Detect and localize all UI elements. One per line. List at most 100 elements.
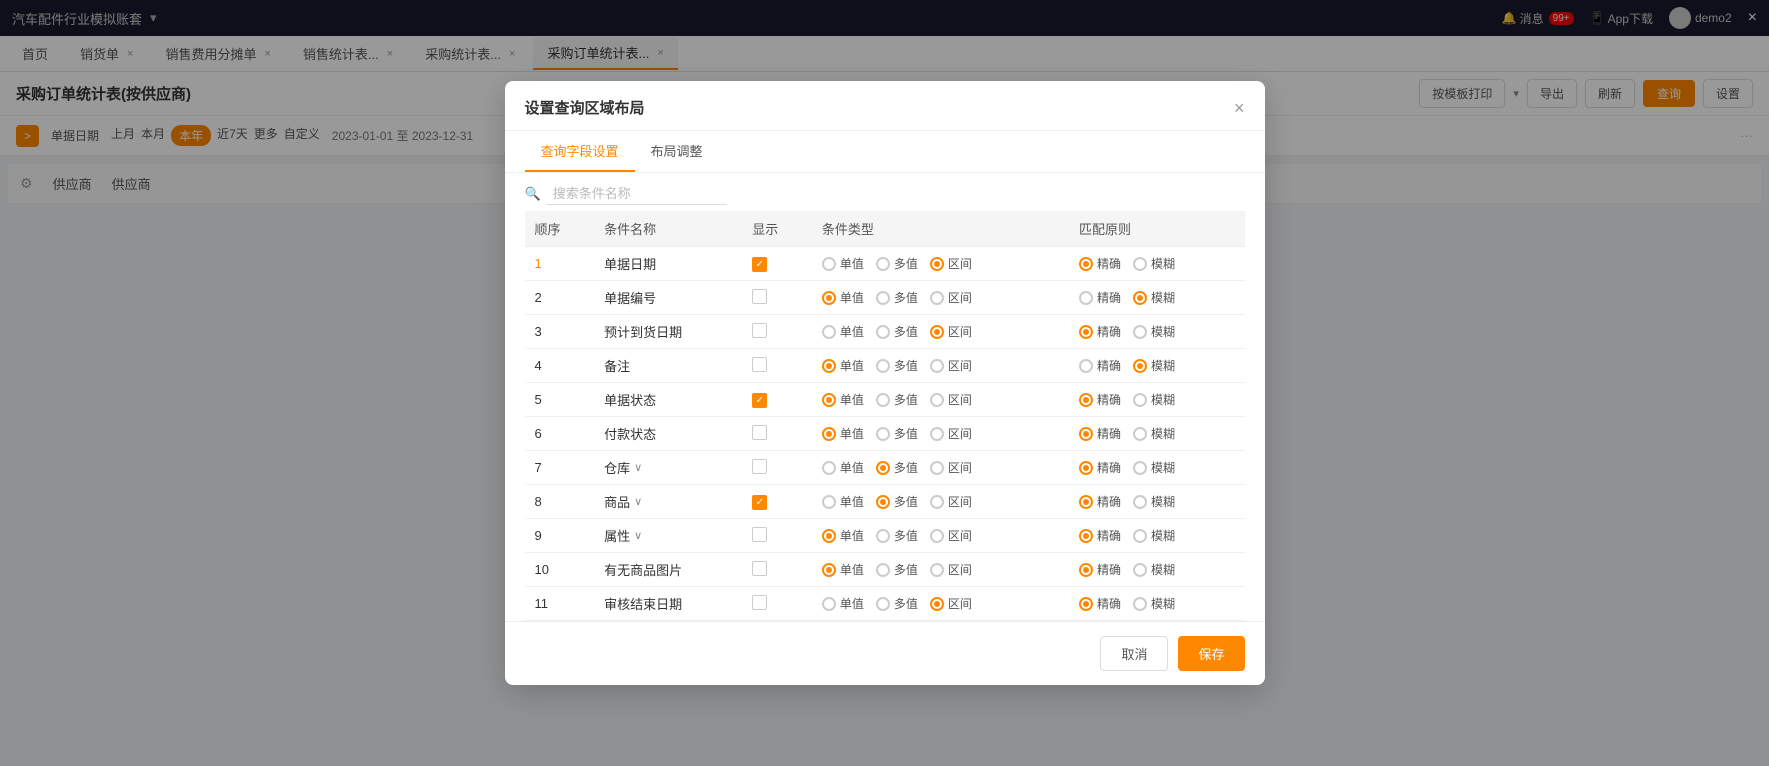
radio-item[interactable]: 多值 xyxy=(876,391,918,408)
search-input[interactable] xyxy=(547,183,727,205)
radio-item[interactable]: 区间 xyxy=(930,357,972,374)
radio-item[interactable]: 单值 xyxy=(822,391,864,408)
radio-item[interactable]: 单值 xyxy=(822,323,864,340)
radio-item[interactable]: 精确 xyxy=(1079,493,1121,510)
display-cell[interactable] xyxy=(742,247,812,281)
radio-item[interactable]: 单值 xyxy=(822,459,864,476)
radio-circle[interactable] xyxy=(1133,393,1147,407)
radio-circle[interactable] xyxy=(930,393,944,407)
radio-circle[interactable] xyxy=(1133,325,1147,339)
radio-item[interactable]: 多值 xyxy=(876,561,918,578)
radio-circle[interactable] xyxy=(822,325,836,339)
radio-circle[interactable] xyxy=(1079,597,1093,611)
radio-item[interactable]: 单值 xyxy=(822,595,864,612)
radio-item[interactable]: 单值 xyxy=(822,561,864,578)
radio-item[interactable]: 精确 xyxy=(1079,323,1121,340)
radio-item[interactable]: 多值 xyxy=(876,595,918,612)
radio-circle[interactable] xyxy=(822,257,836,271)
display-checkbox[interactable] xyxy=(752,495,767,510)
display-cell[interactable] xyxy=(742,587,812,621)
radio-circle[interactable] xyxy=(1133,291,1147,305)
radio-circle[interactable] xyxy=(822,563,836,577)
radio-circle[interactable] xyxy=(876,563,890,577)
radio-circle[interactable] xyxy=(1079,495,1093,509)
radio-item[interactable]: 多值 xyxy=(876,255,918,272)
radio-circle[interactable] xyxy=(822,393,836,407)
radio-circle[interactable] xyxy=(876,257,890,271)
radio-item[interactable]: 模糊 xyxy=(1133,459,1175,476)
radio-item[interactable]: 区间 xyxy=(930,323,972,340)
radio-circle[interactable] xyxy=(930,461,944,475)
radio-circle[interactable] xyxy=(1079,393,1093,407)
display-cell[interactable] xyxy=(742,451,812,485)
radio-circle[interactable] xyxy=(930,597,944,611)
radio-circle[interactable] xyxy=(1079,529,1093,543)
radio-circle[interactable] xyxy=(930,529,944,543)
radio-circle[interactable] xyxy=(1133,529,1147,543)
radio-circle[interactable] xyxy=(876,597,890,611)
radio-circle[interactable] xyxy=(930,359,944,373)
radio-circle[interactable] xyxy=(1079,257,1093,271)
radio-circle[interactable] xyxy=(930,427,944,441)
radio-circle[interactable] xyxy=(1079,325,1093,339)
radio-circle[interactable] xyxy=(876,359,890,373)
radio-circle[interactable] xyxy=(876,393,890,407)
radio-item[interactable]: 模糊 xyxy=(1133,323,1175,340)
radio-item[interactable]: 模糊 xyxy=(1133,527,1175,544)
radio-item[interactable]: 多值 xyxy=(876,527,918,544)
radio-item[interactable]: 精确 xyxy=(1079,357,1121,374)
radio-circle[interactable] xyxy=(876,291,890,305)
radio-circle[interactable] xyxy=(930,563,944,577)
radio-circle[interactable] xyxy=(822,427,836,441)
radio-circle[interactable] xyxy=(930,257,944,271)
radio-item[interactable]: 模糊 xyxy=(1133,357,1175,374)
radio-item[interactable]: 多值 xyxy=(876,425,918,442)
radio-item[interactable]: 区间 xyxy=(930,425,972,442)
radio-item[interactable]: 精确 xyxy=(1079,289,1121,306)
radio-circle[interactable] xyxy=(876,427,890,441)
display-cell[interactable] xyxy=(742,281,812,315)
radio-circle[interactable] xyxy=(1079,359,1093,373)
radio-circle[interactable] xyxy=(822,529,836,543)
save-button[interactable]: 保存 xyxy=(1178,636,1244,671)
display-cell[interactable] xyxy=(742,349,812,383)
radio-item[interactable]: 模糊 xyxy=(1133,425,1175,442)
display-cell[interactable] xyxy=(742,315,812,349)
radio-item[interactable]: 单值 xyxy=(822,527,864,544)
radio-item[interactable]: 区间 xyxy=(930,255,972,272)
radio-circle[interactable] xyxy=(876,495,890,509)
display-checkbox[interactable] xyxy=(752,527,767,542)
radio-circle[interactable] xyxy=(930,291,944,305)
radio-circle[interactable] xyxy=(822,495,836,509)
radio-item[interactable]: 模糊 xyxy=(1133,595,1175,612)
radio-item[interactable]: 区间 xyxy=(930,289,972,306)
display-checkbox[interactable] xyxy=(752,425,767,440)
display-checkbox[interactable] xyxy=(752,357,767,372)
display-checkbox[interactable] xyxy=(752,257,767,272)
radio-item[interactable]: 精确 xyxy=(1079,561,1121,578)
radio-circle[interactable] xyxy=(1133,597,1147,611)
display-checkbox[interactable] xyxy=(752,323,767,338)
radio-circle[interactable] xyxy=(876,461,890,475)
display-checkbox[interactable] xyxy=(752,289,767,304)
radio-item[interactable]: 模糊 xyxy=(1133,493,1175,510)
display-cell[interactable] xyxy=(742,519,812,553)
radio-circle[interactable] xyxy=(1079,461,1093,475)
radio-item[interactable]: 单值 xyxy=(822,493,864,510)
display-cell[interactable] xyxy=(742,553,812,587)
radio-item[interactable]: 单值 xyxy=(822,289,864,306)
radio-item[interactable]: 单值 xyxy=(822,255,864,272)
radio-item[interactable]: 精确 xyxy=(1079,425,1121,442)
radio-item[interactable]: 多值 xyxy=(876,357,918,374)
cancel-button[interactable]: 取消 xyxy=(1100,636,1168,671)
display-cell[interactable] xyxy=(742,383,812,417)
radio-circle[interactable] xyxy=(822,359,836,373)
display-checkbox[interactable] xyxy=(752,595,767,610)
radio-circle[interactable] xyxy=(876,529,890,543)
radio-circle[interactable] xyxy=(822,291,836,305)
display-checkbox[interactable] xyxy=(752,393,767,408)
display-cell[interactable] xyxy=(742,485,812,519)
radio-circle[interactable] xyxy=(822,597,836,611)
radio-item[interactable]: 模糊 xyxy=(1133,255,1175,272)
radio-item[interactable]: 区间 xyxy=(930,561,972,578)
